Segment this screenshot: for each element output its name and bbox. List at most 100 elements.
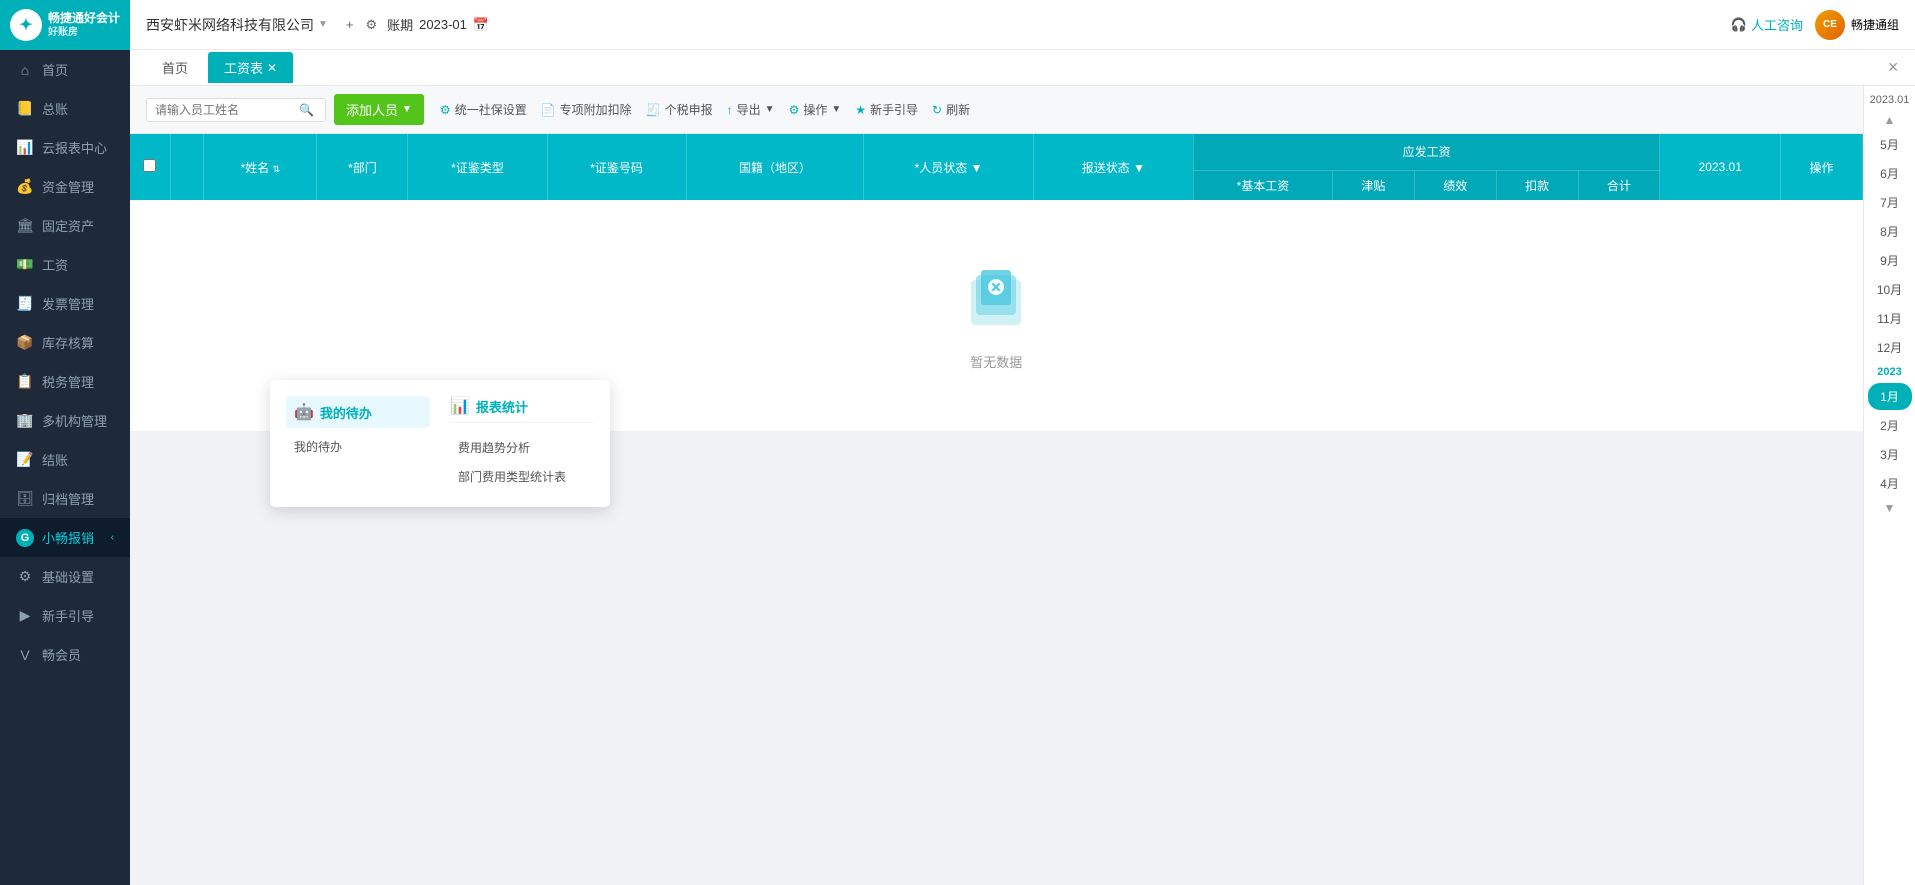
sidebar: ✦ 畅捷通好会计 好账房 ⌂ 首页 📒 总账 📊 云报表中心 💰 资金管理 🏛 …	[0, 0, 130, 885]
sidebar-item-basic-settings[interactable]: ⚙ 基础设置	[0, 557, 130, 596]
sidebar-item-salary[interactable]: 💵 工资	[0, 245, 130, 284]
month-panel-header: 2023.01	[1868, 90, 1912, 110]
settings-button[interactable]: ⚙	[366, 17, 378, 33]
sidebar-item-membership[interactable]: V 畅会员	[0, 635, 130, 674]
logo: ✦ 畅捷通好会计 好账房	[0, 0, 130, 50]
personal-tax-btn[interactable]: 🧾 个税申报	[646, 101, 713, 118]
month-up-button[interactable]: ▲	[1876, 110, 1904, 130]
multi-org-icon: 🏢	[16, 412, 34, 429]
month-item-9[interactable]: 9月	[1868, 247, 1912, 274]
company-dropdown-arrow[interactable]: ▼	[318, 19, 328, 30]
settings-icon: ⚙	[16, 568, 34, 585]
month-item-2[interactable]: 2月	[1868, 412, 1912, 439]
report-filter-icon[interactable]: ▼	[1133, 161, 1145, 175]
sidebar-item-new-guide[interactable]: ▶ 新手引导	[0, 596, 130, 635]
operation-icon: ⚙	[789, 103, 800, 117]
menu-col-report: 📊 报表统计 费用趋势分析 部门费用类型统计表	[450, 396, 594, 491]
year-month-header: 2023.01	[1660, 134, 1781, 200]
month-item-6[interactable]: 6月	[1868, 160, 1912, 187]
add-person-button[interactable]: 添加人员 ▼	[334, 94, 424, 125]
menu-section: 🤖 我的待办 我的待办 📊 报表统计 费用趋势分析 部门费用类型统计表	[286, 396, 594, 491]
deduction-header: 扣款	[1496, 170, 1578, 200]
name-header: *姓名 ⇅	[204, 134, 317, 200]
deduction-icon: 📄	[541, 103, 556, 117]
add-button[interactable]: +	[346, 17, 354, 32]
month-down-button[interactable]: ▼	[1876, 498, 1904, 518]
sidebar-item-cloud-report[interactable]: 📊 云报表中心	[0, 128, 130, 167]
search-box[interactable]: 🔍	[146, 98, 326, 122]
menu-col-waiting: 🤖 我的待办 我的待办	[286, 396, 430, 491]
service-button[interactable]: 🎧 人工咨询	[1731, 15, 1803, 34]
sidebar-item-settlement[interactable]: 📝 结账	[0, 440, 130, 479]
refresh-btn[interactable]: ↻ 刷新	[932, 101, 970, 118]
sidebar-item-fixed-assets[interactable]: 🏛 固定资产	[0, 206, 130, 245]
waiting-icon: 🤖	[294, 402, 314, 422]
new-guide-btn[interactable]: ★ 新手引导	[855, 101, 918, 118]
sidebar-item-inventory[interactable]: 📦 库存核算	[0, 323, 130, 362]
report-icon: 📊	[450, 396, 470, 416]
tab-home[interactable]: 首页	[146, 52, 204, 83]
company-name[interactable]: 西安虾米网络科技有限公司 ▼	[146, 15, 328, 35]
header-actions: + ⚙	[346, 17, 377, 33]
month-item-5[interactable]: 5月	[1868, 131, 1912, 158]
country-header: 国籍（地区）	[686, 134, 864, 200]
sidebar-item-invoice[interactable]: 🧾 发票管理	[0, 284, 130, 323]
sidebar-item-multi-org[interactable]: 🏢 多机构管理	[0, 401, 130, 440]
tab-close-button[interactable]: ✕	[267, 61, 277, 75]
filter-icon[interactable]: ▼	[971, 161, 983, 175]
job-number-header	[170, 134, 204, 200]
salary-group-header: 应发工资	[1193, 134, 1660, 170]
user-info[interactable]: CE 畅捷通组	[1815, 10, 1899, 40]
month-item-12[interactable]: 12月	[1868, 334, 1912, 361]
ledger-icon: 📒	[16, 100, 34, 117]
month-item-3[interactable]: 3月	[1868, 441, 1912, 468]
sidebar-item-general-ledger[interactable]: 📒 总账	[0, 89, 130, 128]
table-wrapper: *姓名 ⇅ *部门 *证鉴类型 *证鉴号码 国籍（地区） *人员状态 ▼ 报送状…	[130, 134, 1863, 885]
month-panel: 2023.01 ▲ 5月 6月 7月 8月 9月 10月 11月 12月 202…	[1863, 86, 1915, 885]
calendar-icon[interactable]: 📅	[473, 17, 489, 33]
search-icon[interactable]: 🔍	[299, 103, 314, 117]
month-item-10[interactable]: 10月	[1868, 276, 1912, 303]
special-deduction-btn[interactable]: 📄 专项附加扣除	[541, 101, 632, 118]
sidebar-item-fund[interactable]: 💰 资金管理	[0, 167, 130, 206]
total-header: 合计	[1578, 170, 1660, 200]
report-stats-header[interactable]: 📊 报表统计	[450, 396, 594, 423]
operation-arrow: ▼	[831, 104, 841, 115]
year-2023-label: 2023	[1875, 362, 1903, 382]
toolbar: 🔍 添加人员 ▼ ⚙ 统一社保设置 📄 专项附加扣除	[130, 86, 1863, 134]
sort-icon[interactable]: ⇅	[273, 164, 281, 174]
invoice-icon: 🧾	[16, 295, 34, 312]
tab-salary-table[interactable]: 工资表 ✕	[208, 52, 293, 83]
toolbar-actions: ⚙ 统一社保设置 📄 专项附加扣除 🧾 个税申报 ↑ 导出 ▼	[440, 101, 970, 118]
bonus-header: 绩效	[1414, 170, 1496, 200]
export-btn[interactable]: ↑ 导出 ▼	[727, 101, 775, 118]
tab-close-all[interactable]: ✕	[1887, 59, 1899, 76]
report-status-header: 报送状态 ▼	[1033, 134, 1193, 200]
person-status-header: *人员状态 ▼	[864, 134, 1033, 200]
sidebar-item-archive[interactable]: 🗄 归档管理	[0, 479, 130, 518]
expense-trend-item[interactable]: 费用趋势分析	[450, 433, 594, 462]
sidebar-item-xiaochang[interactable]: G 小畅报销 ‹	[0, 518, 130, 557]
month-item-11[interactable]: 11月	[1868, 305, 1912, 332]
unified-social-btn[interactable]: ⚙ 统一社保设置	[440, 101, 527, 118]
account-period[interactable]: 账期 2023-01 📅	[387, 15, 489, 34]
sidebar-item-tax[interactable]: 📋 税务管理	[0, 362, 130, 401]
tax-report-icon: 🧾	[646, 103, 661, 117]
export-arrow: ▼	[765, 104, 775, 115]
my-waiting-header[interactable]: 🤖 我的待办	[286, 396, 430, 428]
month-item-1-active[interactable]: 1月	[1868, 383, 1912, 410]
operation-btn[interactable]: ⚙ 操作 ▼	[789, 101, 842, 118]
search-input[interactable]	[155, 103, 295, 117]
month-item-4[interactable]: 4月	[1868, 470, 1912, 497]
archive-icon: 🗄	[16, 490, 34, 507]
home-icon: ⌂	[16, 62, 34, 78]
sidebar-item-home[interactable]: ⌂ 首页	[0, 50, 130, 89]
header: 西安虾米网络科技有限公司 ▼ + ⚙ 账期 2023-01 📅 🎧 人工咨询 C…	[130, 0, 1915, 50]
select-all-checkbox[interactable]	[143, 159, 156, 172]
month-item-8[interactable]: 8月	[1868, 218, 1912, 245]
my-waiting-item[interactable]: 我的待办	[286, 432, 430, 461]
checkbox-header[interactable]	[130, 134, 170, 200]
cert-number-header: *证鉴号码	[547, 134, 686, 200]
dept-expense-item[interactable]: 部门费用类型统计表	[450, 462, 594, 491]
month-item-7[interactable]: 7月	[1868, 189, 1912, 216]
